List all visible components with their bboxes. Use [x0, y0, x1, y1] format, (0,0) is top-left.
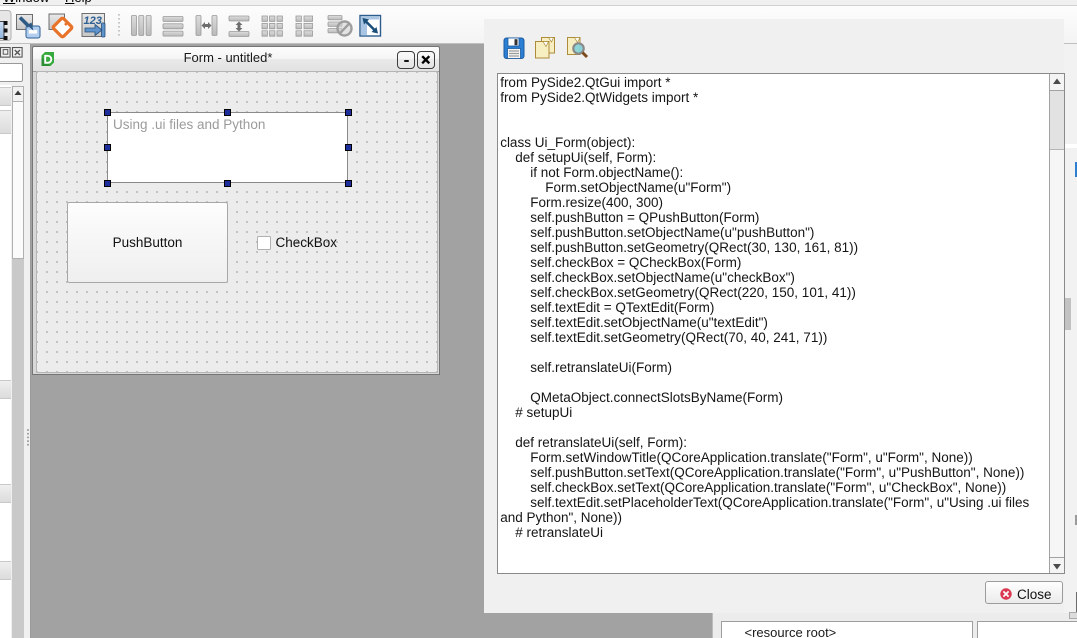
svg-text:123: 123: [84, 15, 102, 27]
